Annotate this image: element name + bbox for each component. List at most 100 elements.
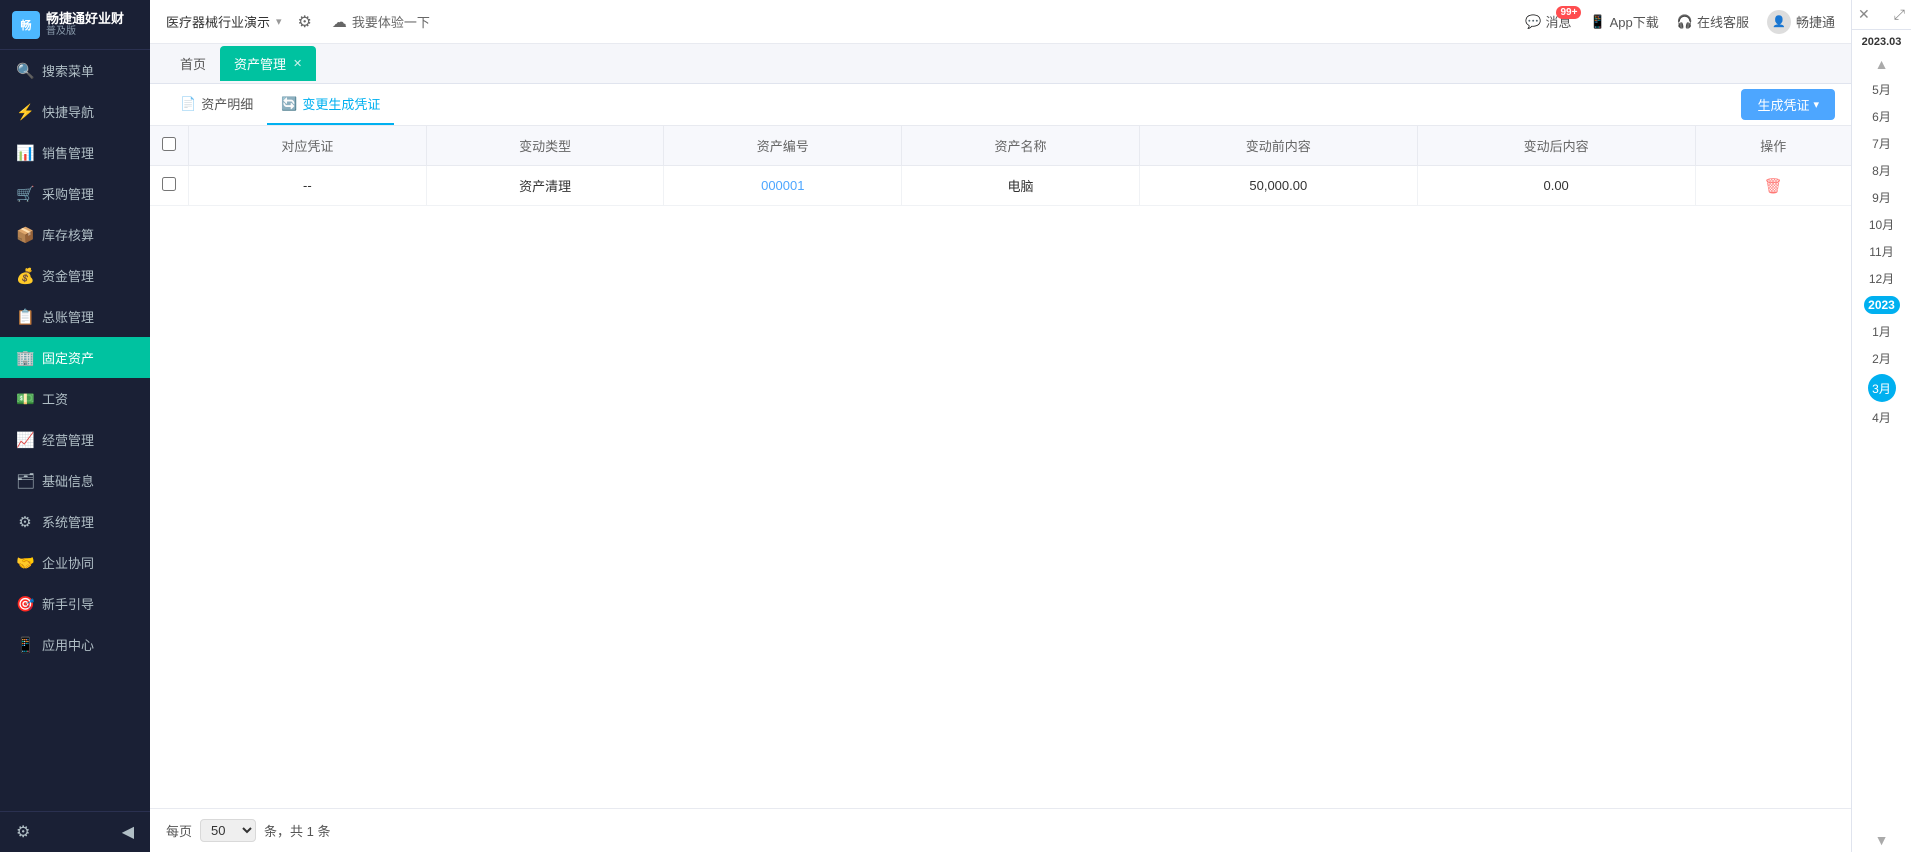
sidebar-item-quicknav[interactable]: ⚡快捷导航: [0, 91, 150, 132]
rp-year-badge[interactable]: 2023: [1864, 296, 1900, 314]
subtab-asset-detail[interactable]: 📄 资产明细: [166, 84, 267, 125]
sidebar: 畅 畅捷通好业财 普及版 🔍 搜索菜单 ⚡快捷导航 📊 销售管理 🛒采购管理📦库存核算💰资…: [0, 0, 150, 852]
sidebar-label-enterprise: 企业协同: [42, 553, 94, 572]
sidebar-item-sysadmin[interactable]: ⚙系统管理: [0, 501, 150, 542]
generate-voucher-button[interactable]: 生成凭证 ▾: [1741, 89, 1835, 120]
rp-month[interactable]: 2月: [1852, 345, 1911, 372]
generate-dropdown-icon: ▾: [1813, 98, 1819, 111]
purchase-icon: 🛒: [16, 185, 34, 203]
user-menu[interactable]: 👤 畅捷通: [1767, 10, 1835, 34]
fixedassets-icon: 🏢: [16, 349, 34, 367]
cloud-icon: ☁: [332, 13, 347, 31]
user-name: 畅捷通: [1796, 12, 1835, 31]
sales-icon: 📊: [16, 144, 34, 162]
tab-asset-management[interactable]: 资产管理 ✕: [220, 46, 316, 81]
generate-label: 生成凭证: [1757, 95, 1809, 114]
rp-month[interactable]: 5月: [1852, 76, 1911, 103]
ledger-icon: 📋: [16, 308, 34, 326]
row-checkbox-0[interactable]: [162, 177, 176, 191]
company-name: 医疗器械行业演示: [166, 12, 270, 31]
tab-close-icon[interactable]: ✕: [293, 57, 302, 70]
sidebar-label-search: 搜索菜单: [42, 61, 94, 80]
messages-button[interactable]: 💬 消息 99+: [1525, 12, 1571, 31]
rp-scroll-up[interactable]: ▲: [1852, 52, 1911, 76]
tab-label: 资产管理: [234, 54, 286, 73]
settings-icon[interactable]: ⚙: [16, 822, 30, 842]
th-changetype: 变动类型: [426, 126, 664, 166]
sysadmin-icon: ⚙: [16, 513, 34, 531]
th-assetcode: 资产编号: [664, 126, 902, 166]
rp-month[interactable]: 12月: [1852, 265, 1911, 292]
sidebar-item-operations[interactable]: 📈经营管理: [0, 419, 150, 460]
logo-icon: 畅: [12, 11, 40, 39]
tabbar: 首页 资产管理 ✕: [150, 44, 1851, 84]
sidebar-item-baseinfo[interactable]: 🗂基础信息: [0, 460, 150, 501]
salary-icon: 💵: [16, 390, 34, 408]
per-page-select[interactable]: 102050100: [200, 819, 256, 842]
th-beforechange: 变动前内容: [1139, 126, 1417, 166]
sidebar-item-sales[interactable]: 📊 销售管理: [0, 132, 150, 173]
collapse-icon[interactable]: ◀: [122, 822, 134, 842]
sidebar-label-capital: 资金管理: [42, 266, 94, 285]
rp-month[interactable]: 6月: [1852, 103, 1911, 130]
customer-service-button[interactable]: 🎧 在线客服: [1677, 12, 1749, 31]
app-download-label: App下载: [1610, 12, 1659, 31]
rp-month[interactable]: 3月: [1868, 374, 1896, 402]
logo-sub: 普及版: [46, 26, 124, 38]
th-checkbox: [150, 126, 189, 166]
sidebar-item-fixedassets[interactable]: 🏢固定资产: [0, 337, 150, 378]
rp-month[interactable]: 1月: [1852, 318, 1911, 345]
rp-month[interactable]: 7月: [1852, 130, 1911, 157]
total-label: 条，共 1 条: [264, 821, 330, 840]
sidebar-label-appcenter: 应用中心: [42, 635, 94, 654]
rp-month[interactable]: 9月: [1852, 184, 1911, 211]
headset-icon: 🎧: [1677, 14, 1693, 30]
rp-month[interactable]: 8月: [1852, 157, 1911, 184]
rp-month[interactable]: 4月: [1852, 404, 1911, 431]
rp-scroll-down[interactable]: ▼: [1852, 828, 1911, 852]
asset-table: 对应凭证 变动类型 资产编号 资产名称 变动前内容 变动后内容 操作 -- 资产…: [150, 126, 1851, 206]
app-icon: 📱: [1589, 14, 1605, 30]
rp-expand-icon[interactable]: ⤢: [1894, 6, 1905, 23]
sidebar-item-guide[interactable]: 🎯新手引导: [0, 583, 150, 624]
topbar-right: 💬 消息 99+ 📱 App下载 🎧 在线客服 👤 畅捷通: [1525, 10, 1835, 34]
doc-icon: 📄: [180, 96, 196, 112]
baseinfo-icon: 🗂: [16, 472, 34, 490]
logo: 畅 畅捷通好业财 普及版: [0, 0, 150, 50]
rp-close-icon[interactable]: ✕: [1858, 6, 1870, 23]
sidebar-item-inventory[interactable]: 📦库存核算: [0, 214, 150, 255]
search-icon: 🔍: [16, 62, 34, 80]
cell-changetype: 资产清理: [426, 166, 664, 206]
sidebar-label-sales: 销售管理: [42, 143, 94, 162]
company-gear-icon[interactable]: ⚙: [298, 12, 312, 32]
cell-afterchange: 0.00: [1417, 166, 1695, 206]
sidebar-item-search[interactable]: 🔍 搜索菜单: [0, 50, 150, 91]
tab-home[interactable]: 首页: [166, 46, 220, 81]
select-all-checkbox[interactable]: [162, 137, 176, 151]
delete-icon[interactable]: 🗑: [1764, 178, 1783, 195]
sidebar-item-salary[interactable]: 💵工资: [0, 378, 150, 419]
message-icon: 💬: [1525, 14, 1541, 30]
company-selector[interactable]: 医疗器械行业演示 ▾: [166, 12, 282, 31]
sidebar-label-quicknav: 快捷导航: [42, 102, 94, 121]
sidebar-item-enterprise[interactable]: 🤝 企业协同: [0, 542, 150, 583]
sidebar-bottom: ⚙ ◀: [0, 811, 150, 852]
content-area: 📄 资产明细 🔄 变更生成凭证 生成凭证 ▾: [150, 84, 1851, 852]
sidebar-item-ledger[interactable]: 📋总账管理: [0, 296, 150, 337]
rp-header: ✕ ⤢: [1852, 0, 1911, 30]
app-download-button[interactable]: 📱 App下载: [1589, 12, 1658, 31]
sidebar-item-capital[interactable]: 💰资金管理: [0, 255, 150, 296]
sidebar-item-purchase[interactable]: 🛒采购管理: [0, 173, 150, 214]
refresh-icon: 🔄: [281, 96, 297, 112]
enterprise-icon: 🤝: [16, 554, 34, 572]
subtab-change-voucher[interactable]: 🔄 变更生成凭证: [267, 84, 394, 125]
rp-month[interactable]: 10月: [1852, 211, 1911, 238]
subtab-actions: 生成凭证 ▾: [1741, 89, 1835, 120]
company-dropdown-icon: ▾: [276, 15, 282, 28]
th-voucher: 对应凭证: [189, 126, 427, 166]
sidebar-item-appcenter[interactable]: 📱应用中心: [0, 624, 150, 665]
trial-button[interactable]: ☁ 我要体验一下: [332, 12, 430, 31]
th-assetname: 资产名称: [902, 126, 1140, 166]
cell-voucher: --: [189, 166, 427, 206]
rp-month[interactable]: 11月: [1852, 238, 1911, 265]
